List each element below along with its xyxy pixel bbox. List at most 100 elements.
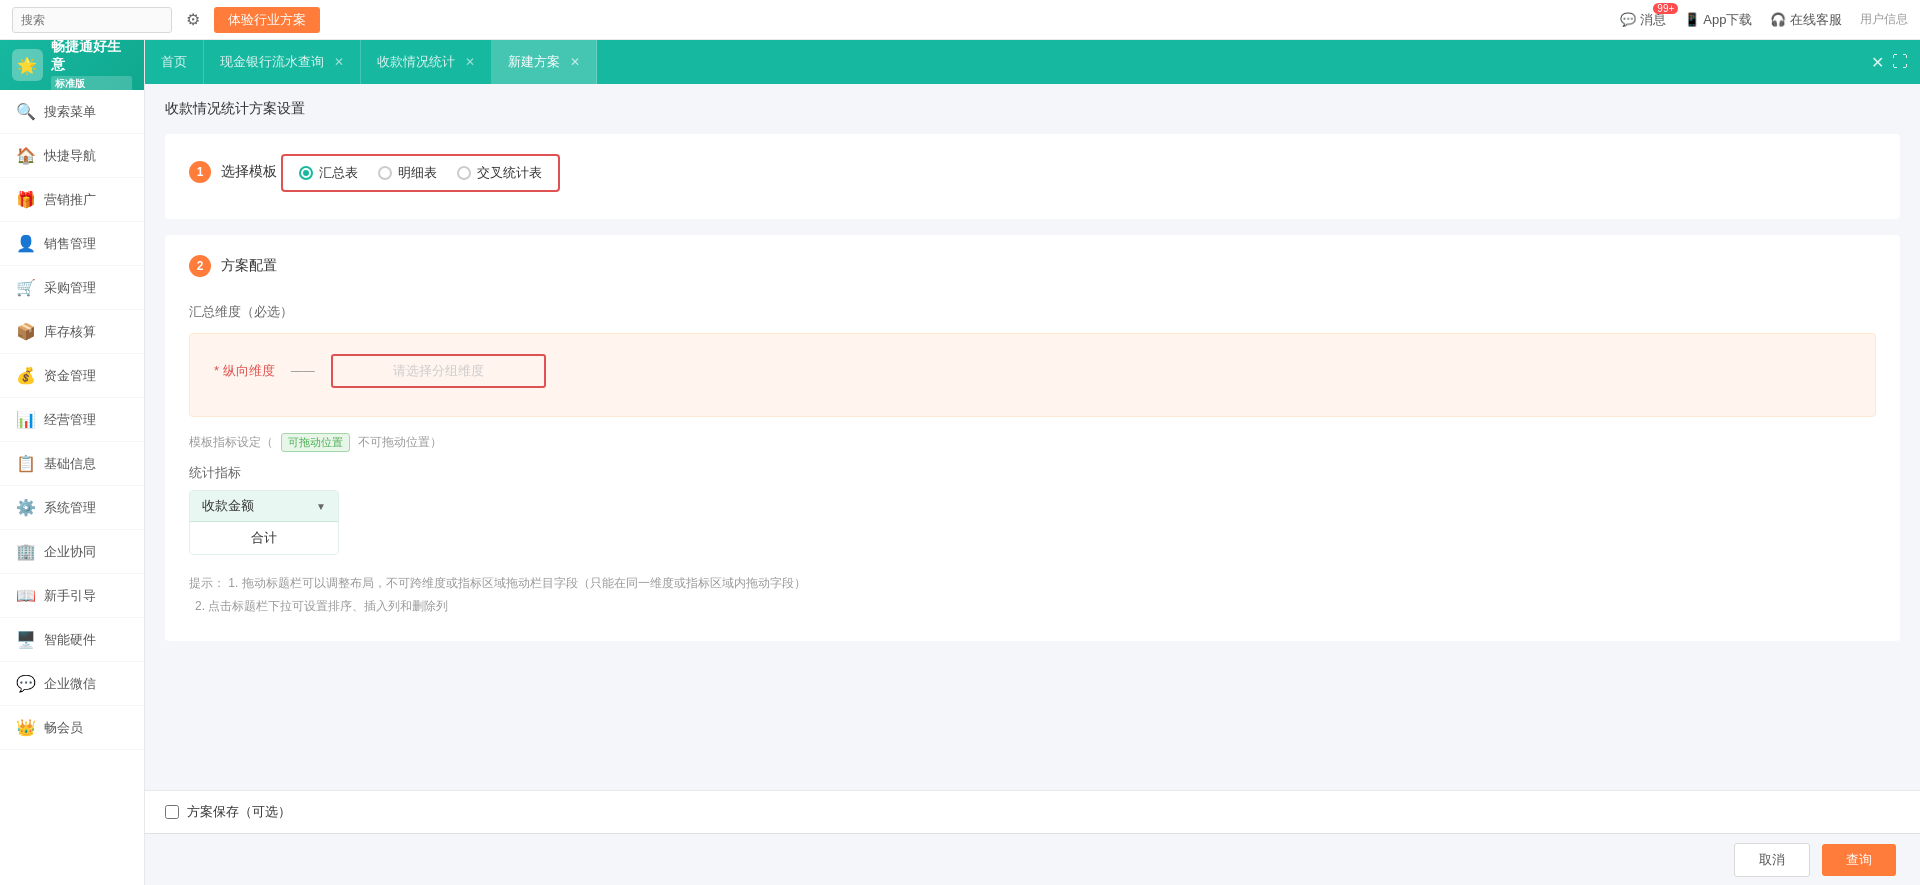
member-icon: 👑 bbox=[16, 718, 36, 737]
step2-section: 2 方案配置 汇总维度（必选） * 纵向维度 —— 请选择分组维度 bbox=[165, 235, 1900, 641]
radio-cross[interactable]: 交叉统计表 bbox=[457, 164, 542, 182]
hints-area: 提示： 1. 拖动标题栏可以调整布局，不可跨维度或指标区域拖动栏目字段（只能在同… bbox=[189, 575, 1876, 615]
dimension-subtitle: 汇总维度（必选） bbox=[189, 303, 1876, 321]
page-content: 收款情况统计方案设置 1 选择模板 汇总表 明细表 bbox=[145, 84, 1920, 790]
message-count: 99+ bbox=[1653, 3, 1678, 14]
inventory-icon: 📦 bbox=[16, 322, 36, 341]
sidebar-item-sales[interactable]: 👤 销售管理 bbox=[0, 222, 144, 266]
sidebar-item-search-menu[interactable]: 🔍 搜索菜单 bbox=[0, 90, 144, 134]
query-button[interactable]: 查询 bbox=[1822, 844, 1896, 876]
sidebar-item-basic-info[interactable]: 📋 基础信息 bbox=[0, 442, 144, 486]
template-radio-group: 汇总表 明细表 交叉统计表 bbox=[281, 154, 560, 192]
finance-icon: 💰 bbox=[16, 366, 36, 385]
user-info: 用户信息 bbox=[1860, 11, 1908, 28]
step2-title: 方案配置 bbox=[221, 257, 277, 275]
radio-cross-label: 交叉统计表 bbox=[477, 164, 542, 182]
operations-icon: 📊 bbox=[16, 410, 36, 429]
indicators-section: 模板指标设定（ 可拖动位置 不可拖动位置） 统计指标 收款金额 ▼ 合计 bbox=[189, 433, 1876, 555]
tab-spacer bbox=[597, 40, 1859, 84]
guide-icon: 📖 bbox=[16, 586, 36, 605]
radio-detail-dot bbox=[378, 166, 392, 180]
radio-detail[interactable]: 明细表 bbox=[378, 164, 437, 182]
indicators-title: 模板指标设定（ bbox=[189, 434, 273, 451]
step1-number: 1 bbox=[189, 161, 211, 183]
sidebar-item-marketing[interactable]: 🎁 营销推广 bbox=[0, 178, 144, 222]
sidebar-item-guide[interactable]: 📖 新手引导 bbox=[0, 574, 144, 618]
search-input[interactable] bbox=[12, 7, 172, 33]
tab-receipt-stat-label: 收款情况统计 bbox=[377, 53, 455, 71]
main-container: 🌟 畅捷通好生意 标准版 🔍 搜索菜单 🏠 快捷导航 🎁 营销推广 👤 销售管理… bbox=[0, 40, 1920, 885]
quick-nav-icon: 🏠 bbox=[16, 146, 36, 165]
sidebar-item-label: 系统管理 bbox=[44, 499, 96, 517]
weixin-icon: 💬 bbox=[16, 674, 36, 693]
sidebar-item-smart-hw[interactable]: 🖥️ 智能硬件 bbox=[0, 618, 144, 662]
step1-title: 选择模板 bbox=[221, 163, 277, 181]
sidebar-item-label: 企业微信 bbox=[44, 675, 96, 693]
dimension-row: * 纵向维度 —— 请选择分组维度 bbox=[214, 354, 1851, 388]
tab-home-label: 首页 bbox=[161, 53, 187, 71]
tab-cash-query-close[interactable]: ✕ bbox=[334, 55, 344, 69]
tab-actions: ✕ ⛶ bbox=[1859, 40, 1920, 84]
hint-2-text: 2. 点击标题栏下拉可设置排序、插入列和删除列 bbox=[195, 598, 448, 615]
step2-number: 2 bbox=[189, 255, 211, 277]
sidebar-item-member[interactable]: 👑 畅会员 bbox=[0, 706, 144, 750]
tab-new-plan[interactable]: 新建方案 ✕ bbox=[492, 40, 597, 84]
sales-icon: 👤 bbox=[16, 234, 36, 253]
dropdown-arrow-icon: ▼ bbox=[316, 501, 326, 512]
radio-summary[interactable]: 汇总表 bbox=[299, 164, 358, 182]
indicators-note: 模板指标设定（ 可拖动位置 不可拖动位置） bbox=[189, 433, 1876, 452]
cancel-button[interactable]: 取消 bbox=[1734, 843, 1810, 877]
app-download-link[interactable]: 📱 App下载 bbox=[1684, 11, 1752, 29]
tab-cash-query-label: 现金银行流水查询 bbox=[220, 53, 324, 71]
dimension-area: * 纵向维度 —— 请选择分组维度 bbox=[189, 333, 1876, 417]
enterprise-icon: 🏢 bbox=[16, 542, 36, 561]
no-drag-label: 不可拖动位置） bbox=[358, 434, 442, 451]
top-bar-left: ⚙ 体验行业方案 bbox=[12, 7, 1620, 33]
tab-expand-icon[interactable]: ⛶ bbox=[1892, 53, 1908, 71]
radio-summary-label: 汇总表 bbox=[319, 164, 358, 182]
sidebar-item-weixin[interactable]: 💬 企业微信 bbox=[0, 662, 144, 706]
top-bar: ⚙ 体验行业方案 💬 消息 99+ 📱 App下载 🎧 在线客服 用户信息 bbox=[0, 0, 1920, 40]
sidebar-item-label: 资金管理 bbox=[44, 367, 96, 385]
sidebar-item-finance[interactable]: 💰 资金管理 bbox=[0, 354, 144, 398]
message-badge[interactable]: 💬 消息 99+ bbox=[1620, 11, 1666, 29]
tab-home[interactable]: 首页 bbox=[145, 40, 204, 84]
sidebar-item-label: 新手引导 bbox=[44, 587, 96, 605]
dimension-subsection: 汇总维度（必选） * 纵向维度 —— 请选择分组维度 bbox=[189, 303, 1876, 417]
hint-1-text: 提示： 1. 拖动标题栏可以调整布局，不可跨维度或指标区域拖动栏目字段（只能在同… bbox=[189, 575, 806, 592]
sidebar-item-label: 企业协同 bbox=[44, 543, 96, 561]
tab-receipt-stat-close[interactable]: ✕ bbox=[465, 55, 475, 69]
sidebar-item-label: 快捷导航 bbox=[44, 147, 96, 165]
tab-cash-query[interactable]: 现金银行流水查询 ✕ bbox=[204, 40, 361, 84]
indicator-header[interactable]: 收款金额 ▼ bbox=[190, 491, 338, 522]
sidebar-item-label: 销售管理 bbox=[44, 235, 96, 253]
gear-icon[interactable]: ⚙ bbox=[180, 7, 206, 33]
sidebar-item-system[interactable]: ⚙️ 系统管理 bbox=[0, 486, 144, 530]
online-service-link[interactable]: 🎧 在线客服 bbox=[1770, 11, 1842, 29]
stat-label: 统计指标 bbox=[189, 464, 1876, 482]
trial-button[interactable]: 体验行业方案 bbox=[214, 7, 320, 33]
purchase-icon: 🛒 bbox=[16, 278, 36, 297]
sidebar-item-enterprise[interactable]: 🏢 企业协同 bbox=[0, 530, 144, 574]
sidebar-item-label: 智能硬件 bbox=[44, 631, 96, 649]
top-bar-right: 💬 消息 99+ 📱 App下载 🎧 在线客服 用户信息 bbox=[1620, 11, 1908, 29]
save-label: 方案保存（可选） bbox=[187, 803, 291, 821]
sidebar-item-quick-nav[interactable]: 🏠 快捷导航 bbox=[0, 134, 144, 178]
sidebar-item-purchase[interactable]: 🛒 采购管理 bbox=[0, 266, 144, 310]
step2-label: 2 方案配置 bbox=[189, 255, 277, 277]
tab-close-all-icon[interactable]: ✕ bbox=[1871, 53, 1884, 72]
sidebar-item-label: 畅会员 bbox=[44, 719, 83, 737]
save-checkbox[interactable] bbox=[165, 805, 179, 819]
system-icon: ⚙️ bbox=[16, 498, 36, 517]
indicators-content: 统计指标 收款金额 ▼ 合计 bbox=[189, 464, 1876, 555]
arrow-icon: —— bbox=[291, 364, 315, 378]
dimension-placeholder[interactable]: 请选择分组维度 bbox=[331, 354, 546, 388]
sidebar-item-inventory[interactable]: 📦 库存核算 bbox=[0, 310, 144, 354]
tab-receipt-stat[interactable]: 收款情况统计 ✕ bbox=[361, 40, 492, 84]
tab-new-plan-close[interactable]: ✕ bbox=[570, 55, 580, 69]
nav-tabs: 首页 现金银行流水查询 ✕ 收款情况统计 ✕ 新建方案 ✕ ✕ ⛶ bbox=[145, 40, 1920, 84]
footer-bar: 取消 查询 bbox=[145, 833, 1920, 885]
sidebar-item-operations[interactable]: 📊 经营管理 bbox=[0, 398, 144, 442]
sidebar-logo: 🌟 畅捷通好生意 标准版 bbox=[0, 40, 144, 90]
search-menu-icon: 🔍 bbox=[16, 102, 36, 121]
